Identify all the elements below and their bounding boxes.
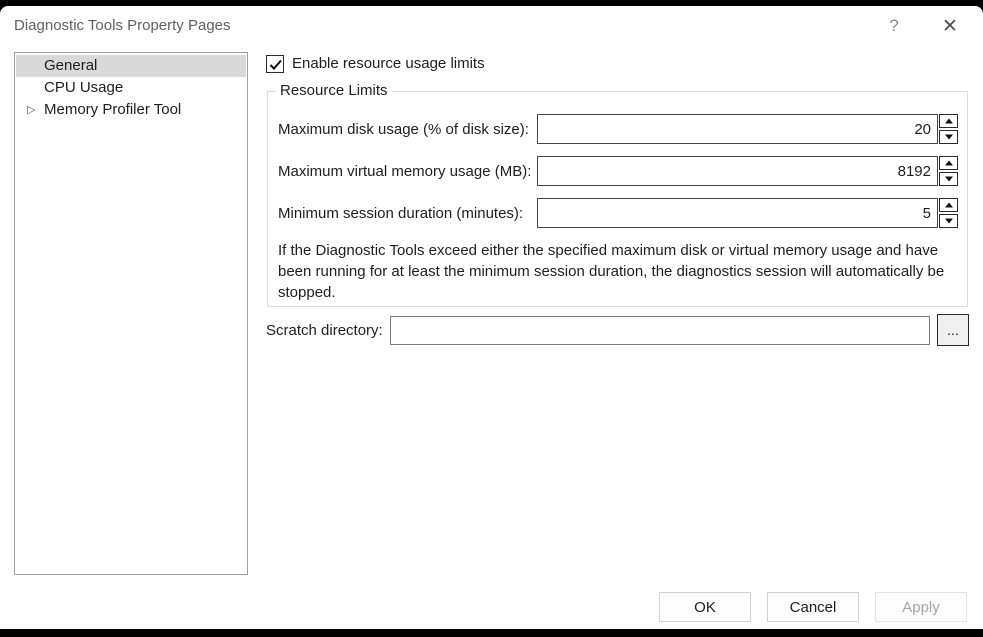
help-button[interactable]: ? <box>876 10 912 42</box>
spin-down-button[interactable] <box>939 172 958 186</box>
max-virtual-memory-field[interactable] <box>537 156 958 186</box>
tree-item-label: General <box>44 57 97 74</box>
spin-up-button[interactable] <box>939 114 958 128</box>
max-virtual-memory-input[interactable] <box>537 156 938 186</box>
arrow-up-icon <box>945 161 953 166</box>
tree-item-label: Memory Profiler Tool <box>44 101 181 118</box>
apply-button[interactable]: Apply <box>875 592 967 622</box>
ok-button[interactable]: OK <box>659 592 751 622</box>
max-virtual-memory-label: Maximum virtual memory usage (MB): <box>278 163 531 180</box>
enable-limits-label: Enable resource usage limits <box>292 55 485 72</box>
max-disk-usage-input[interactable] <box>537 114 938 144</box>
min-session-duration-label: Minimum session duration (minutes): <box>278 205 523 222</box>
arrow-up-icon <box>945 119 953 124</box>
spin-down-button[interactable] <box>939 130 958 144</box>
tree-item-cpu-usage[interactable]: CPU Usage <box>16 77 246 99</box>
check-icon <box>267 56 285 74</box>
resource-limits-description: If the Diagnostic Tools exceed either th… <box>278 240 958 303</box>
arrow-up-icon <box>945 203 953 208</box>
cancel-button[interactable]: Cancel <box>767 592 859 622</box>
close-button[interactable]: ✕ <box>932 10 968 42</box>
spin-up-button[interactable] <box>939 156 958 170</box>
min-session-duration-field[interactable] <box>537 198 958 228</box>
tree-item-general[interactable]: General <box>16 55 246 77</box>
scratch-directory-label: Scratch directory: <box>266 322 383 339</box>
spin-down-button[interactable] <box>939 214 958 228</box>
tree-item-label: CPU Usage <box>44 79 123 96</box>
tree-item-memory-profiler-tool[interactable]: ▷ Memory Profiler Tool <box>16 99 246 121</box>
browse-button[interactable]: ... <box>937 314 969 346</box>
max-disk-usage-spinner <box>939 114 958 144</box>
arrow-down-icon <box>945 135 953 140</box>
group-title: Resource Limits <box>276 82 392 99</box>
resource-limits-group: Resource Limits Maximum disk usage (% of… <box>267 91 968 307</box>
max-disk-usage-label: Maximum disk usage (% of disk size): <box>278 121 529 138</box>
expander-icon[interactable]: ▷ <box>27 99 35 121</box>
dialog-window: Diagnostic Tools Property Pages ? ✕ Gene… <box>0 6 983 629</box>
scratch-directory-input[interactable] <box>390 316 930 345</box>
max-disk-usage-field[interactable] <box>537 114 958 144</box>
arrow-down-icon <box>945 177 953 182</box>
min-session-duration-spinner <box>939 198 958 228</box>
arrow-down-icon <box>945 219 953 224</box>
spin-up-button[interactable] <box>939 198 958 212</box>
enable-limits-checkbox[interactable] <box>266 55 284 73</box>
window-title: Diagnostic Tools Property Pages <box>14 17 231 34</box>
category-tree: General CPU Usage ▷ Memory Profiler Tool <box>14 52 248 575</box>
max-virtual-memory-spinner <box>939 156 958 186</box>
min-session-duration-input[interactable] <box>537 198 938 228</box>
close-icon: ✕ <box>942 16 958 37</box>
help-icon: ? <box>889 16 898 35</box>
